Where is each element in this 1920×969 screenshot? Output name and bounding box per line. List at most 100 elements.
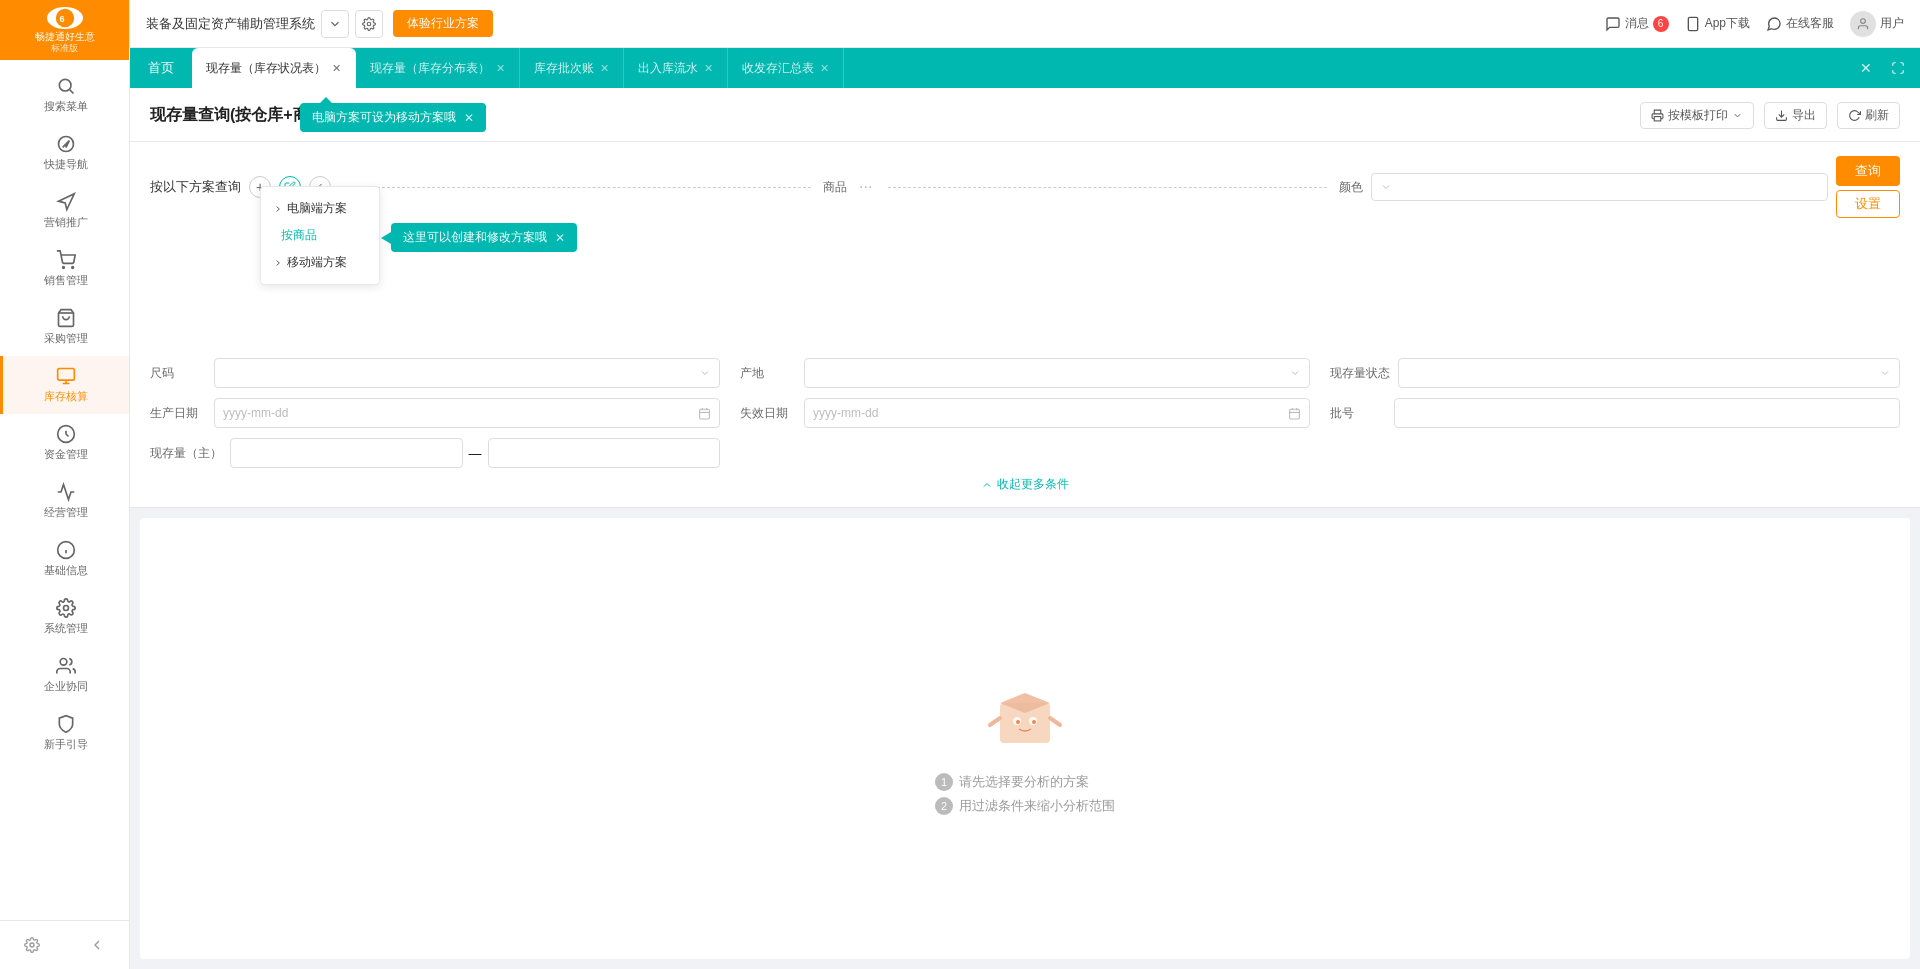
filter-item-size: 尺码: [150, 358, 720, 388]
empty-illustration: [975, 663, 1075, 763]
svg-point-35: [1032, 720, 1036, 724]
filter-item-batch: 批号: [1330, 398, 1900, 428]
svg-point-7: [72, 267, 74, 269]
app-download-btn[interactable]: App下载: [1685, 15, 1750, 32]
goods-dots[interactable]: ···: [855, 178, 876, 196]
stock-range-separator: —: [469, 446, 482, 461]
set-btn[interactable]: 设置: [1836, 190, 1900, 218]
edit-tooltip: 这里可以创建和修改方案哦 ✕: [391, 223, 577, 252]
batch-input[interactable]: [1394, 398, 1900, 428]
svg-point-0: [55, 8, 73, 26]
empty-hint-1: 1 请先选择要分析的方案: [935, 773, 1115, 791]
expiry-date-label: 失效日期: [740, 405, 796, 422]
sidebar: 6 畅捷通好生意 标准版 搜索菜单 快捷导航 营销推广 销售管理 采购管理: [0, 0, 130, 969]
topbar-right: 消息 6 App下载 在线客服 用户: [1605, 11, 1904, 37]
topbar-gear-btn[interactable]: [321, 10, 349, 38]
prod-date-input[interactable]: yyyy-mm-dd: [214, 398, 720, 428]
tab-close-inout-flow[interactable]: ✕: [704, 62, 713, 75]
filter-item-prod-date: 生产日期 yyyy-mm-dd: [150, 398, 720, 428]
sidebar-item-marketing[interactable]: 营销推广: [0, 182, 129, 240]
collapse-sidebar-btn[interactable]: [83, 931, 111, 959]
online-service-btn[interactable]: 在线客服: [1766, 15, 1834, 32]
settings-gear-btn[interactable]: [355, 10, 383, 38]
content-area: 现存量查询(按仓库+商品) 按模板打印 导出 刷新: [130, 88, 1920, 969]
export-btn[interactable]: 导出: [1764, 102, 1827, 129]
sidebar-item-stock[interactable]: 库存核算: [0, 356, 129, 414]
expiry-date-input[interactable]: yyyy-mm-dd: [804, 398, 1310, 428]
batch-label: 批号: [1330, 405, 1386, 422]
stock-main-label: 现存量（主）: [150, 445, 222, 462]
scheme-tooltip-close[interactable]: ✕: [464, 111, 474, 125]
size-label: 尺码: [150, 365, 206, 382]
stock-main-min[interactable]: [230, 438, 463, 468]
sidebar-bottom: [0, 920, 129, 969]
sidebar-item-sysconfig[interactable]: 系统管理: [0, 588, 129, 646]
svg-point-15: [60, 659, 67, 666]
edit-tooltip-close[interactable]: ✕: [555, 231, 565, 245]
print-btn[interactable]: 按模板打印: [1640, 102, 1754, 129]
tab-fullscreen-btn[interactable]: [1886, 56, 1910, 80]
logo-text: 畅捷通好生意 标准版: [35, 31, 95, 54]
sidebar-item-sales[interactable]: 销售管理: [0, 240, 129, 298]
sidebar-item-collab[interactable]: 企业协同: [0, 646, 129, 704]
svg-marker-5: [63, 141, 70, 148]
svg-rect-27: [1290, 409, 1300, 419]
tab-close-all-btn[interactable]: ✕: [1854, 56, 1878, 80]
tab-stock-batch[interactable]: 库存批次账 ✕: [520, 48, 624, 88]
search-btn[interactable]: 查询: [1836, 156, 1900, 186]
page-header-actions: 按模板打印 导出 刷新: [1640, 102, 1900, 141]
industry-solution-btn[interactable]: 体验行业方案: [393, 10, 493, 37]
origin-label: 产地: [740, 365, 796, 382]
sidebar-item-guide[interactable]: 新手引导: [0, 704, 129, 762]
svg-point-14: [64, 606, 69, 611]
svg-point-6: [63, 267, 65, 269]
main-area: 装备及固定资产辅助管理系统 体验行业方案 消息 6 App下载 在线客服: [130, 0, 1920, 969]
size-select[interactable]: [214, 358, 720, 388]
sidebar-item-purchase[interactable]: 采购管理: [0, 298, 129, 356]
tab-close-stock-dist[interactable]: ✕: [496, 62, 505, 75]
tab-home[interactable]: 首页: [130, 48, 192, 88]
svg-rect-23: [700, 409, 710, 419]
scheme-tree-group-pc[interactable]: 电脑端方案: [261, 195, 379, 222]
scheme-tree-group-mobile[interactable]: 移动端方案: [261, 249, 379, 276]
refresh-btn[interactable]: 刷新: [1837, 102, 1900, 129]
user-avatar[interactable]: 用户: [1850, 11, 1904, 37]
svg-point-34: [1016, 720, 1020, 724]
sidebar-item-basicinfo[interactable]: 基础信息: [0, 530, 129, 588]
svg-text:6: 6: [59, 13, 64, 23]
refresh-label: 刷新: [1865, 107, 1889, 124]
export-label: 导出: [1792, 107, 1816, 124]
logo: 6 畅捷通好生意 标准版: [0, 0, 129, 60]
tab-close-receive-send[interactable]: ✕: [820, 62, 829, 75]
tab-stock-dist[interactable]: 现存量（库存分布表） ✕: [356, 48, 520, 88]
tab-stock-status[interactable]: 现存量（库存状况表） ✕: [192, 48, 356, 88]
tab-inout-flow[interactable]: 出入库流水 ✕: [624, 48, 728, 88]
scheme-tree-item-goods[interactable]: 按商品: [261, 222, 379, 249]
message-btn[interactable]: 消息 6: [1605, 15, 1669, 32]
user-label: 用户: [1880, 15, 1904, 32]
tab-close-stock-status[interactable]: ✕: [332, 62, 341, 75]
hint-num-1: 1: [935, 773, 953, 791]
svg-point-2: [59, 79, 71, 91]
sidebar-item-nav[interactable]: 快捷导航: [0, 124, 129, 182]
filter-label: 按以下方案查询: [150, 178, 241, 196]
online-service-label: 在线客服: [1786, 15, 1834, 32]
sidebar-item-finance[interactable]: 资金管理: [0, 414, 129, 472]
scheme-tree-dropdown: 电脑端方案 按商品 移动端方案 这里可以创建和修改方案哦 ✕: [260, 186, 380, 285]
stock-status-select[interactable]: [1398, 358, 1900, 388]
color-select[interactable]: [1371, 173, 1828, 201]
stock-main-max[interactable]: [488, 438, 721, 468]
sidebar-item-management[interactable]: 经营管理: [0, 472, 129, 530]
collapse-btn[interactable]: 收起更多条件: [150, 468, 1900, 493]
origin-select[interactable]: [804, 358, 1310, 388]
message-label: 消息: [1625, 15, 1649, 32]
filter-item-stock-status: 现存量状态: [1330, 358, 1900, 388]
message-badge: 6: [1653, 16, 1669, 32]
filter-area: 按以下方案查询 + 电脑方案可设为移动方案哦 ✕ ··· 商品 ···: [130, 142, 1920, 508]
tab-close-stock-batch[interactable]: ✕: [600, 62, 609, 75]
svg-line-36: [990, 718, 1000, 725]
filter-row-1: 尺码 产地 现存量状态: [150, 358, 1900, 388]
sidebar-item-search[interactable]: 搜索菜单: [0, 66, 129, 124]
tab-receive-send-summary[interactable]: 收发存汇总表 ✕: [728, 48, 844, 88]
settings-bottom-btn[interactable]: [18, 931, 46, 959]
